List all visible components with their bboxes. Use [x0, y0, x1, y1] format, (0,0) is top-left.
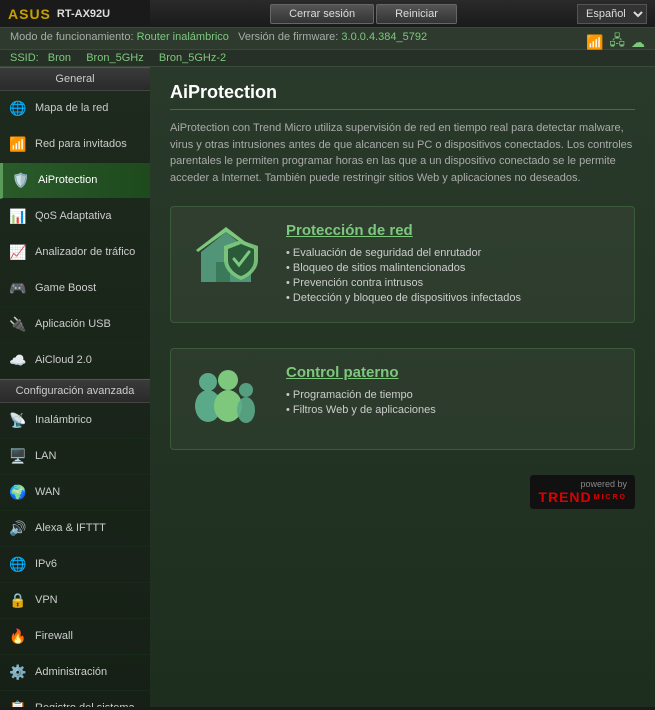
ssid-1: Bron	[48, 52, 71, 64]
ssid-bar: SSID: Bron Bron_5GHz Bron_5GHz-2	[0, 50, 655, 67]
mode-bar: Modo de funcionamiento: Router inalámbri…	[0, 28, 655, 50]
reiniciar-button[interactable]: Reiniciar	[376, 4, 457, 24]
firewall-icon: 🔥	[8, 627, 28, 647]
aiprotection-icon: 🛡️	[11, 171, 31, 191]
vpn-icon: 🔒	[8, 591, 28, 611]
sidebar-label-aiprotection: AiProtection	[38, 174, 97, 187]
sidebar-label-alexa: Alexa & IFTTT	[35, 522, 106, 535]
control-paterno-icon	[186, 364, 266, 434]
modo-label: Modo de funcionamiento:	[10, 31, 134, 43]
wan-icon: 🌍	[8, 483, 28, 503]
footer-area: powered by TREND MICRO	[170, 475, 635, 509]
sidebar-item-registro[interactable]: 📋 Registro del sistema	[0, 691, 150, 707]
modo-value-link[interactable]: Router inalámbrico	[137, 31, 229, 43]
sidebar-item-aiprotection[interactable]: 🛡️ AiProtection	[0, 163, 150, 199]
proteccion-red-title[interactable]: Protección de red	[286, 222, 619, 239]
administracion-icon: ⚙️	[8, 663, 28, 683]
mapa-red-icon: 🌐	[8, 99, 28, 119]
wifi-icon: 📶	[586, 34, 603, 51]
sidebar-item-usb[interactable]: 🔌 Aplicación USB	[0, 307, 150, 343]
proteccion-red-icon	[186, 222, 266, 292]
sidebar-label-inalambrico: Inalámbrico	[35, 414, 92, 427]
proteccion-red-card[interactable]: Protección de red Evaluación de segurida…	[170, 206, 635, 323]
cerrar-sesion-button[interactable]: Cerrar sesión	[270, 4, 374, 24]
sidebar-label-mapa-red: Mapa de la red	[35, 102, 108, 115]
sidebar-item-alexa[interactable]: 🔊 Alexa & IFTTT	[0, 511, 150, 547]
sidebar-label-wan: WAN	[35, 486, 60, 499]
control-paterno-bullet-1: Filtros Web y de aplicaciones	[286, 404, 619, 416]
content-area: AiProtection AiProtection con Trend Micr…	[150, 67, 655, 707]
firmware-label: Versión de firmware:	[238, 31, 338, 43]
sidebar-item-wan[interactable]: 🌍 WAN	[0, 475, 150, 511]
sidebar-avanzada-header: Configuración avanzada	[0, 379, 150, 403]
alexa-icon: 🔊	[8, 519, 28, 539]
ssid-label: SSID:	[10, 52, 39, 64]
router-model: RT-AX92U	[57, 8, 110, 20]
sidebar-label-administracion: Administración	[35, 666, 107, 679]
control-paterno-content: Control paterno Programación de tiempo F…	[286, 364, 619, 419]
sidebar-label-vpn: VPN	[35, 594, 58, 607]
sidebar-label-usb: Aplicación USB	[35, 318, 111, 331]
logo-area: ASUS RT-AX92U	[0, 0, 150, 27]
aicloud-icon: ☁️	[8, 351, 28, 371]
sidebar-item-qos[interactable]: 📊 QoS Adaptativa	[0, 199, 150, 235]
sidebar-label-qos: QoS Adaptativa	[35, 210, 111, 223]
sidebar-item-analizador[interactable]: 📈 Analizador de tráfico	[0, 235, 150, 271]
analizador-icon: 📈	[8, 243, 28, 263]
qos-icon: 📊	[8, 207, 28, 227]
asus-logo: ASUS	[8, 6, 51, 22]
ssid-3: Bron_5GHz-2	[159, 52, 226, 64]
sidebar-label-red-invitados: Red para invitados	[35, 138, 127, 151]
proteccion-red-bullet-3: Detección y bloqueo de dispositivos infe…	[286, 292, 619, 304]
inalambrico-icon: 📡	[8, 411, 28, 431]
router-icon: 🖧	[609, 30, 625, 54]
sidebar-item-gameboost[interactable]: 🎮 Game Boost	[0, 271, 150, 307]
lan-icon: 🖥️	[8, 447, 28, 467]
sidebar-general-header: General	[0, 67, 150, 91]
sidebar-item-administracion[interactable]: ⚙️ Administración	[0, 655, 150, 691]
sidebar-item-red-invitados[interactable]: 📶 Red para invitados	[0, 127, 150, 163]
trend-micro-text: MICRO	[594, 494, 627, 501]
ipv6-icon: 🌐	[8, 555, 28, 575]
sidebar-item-aicloud[interactable]: ☁️ AiCloud 2.0	[0, 343, 150, 379]
proteccion-red-content: Protección de red Evaluación de segurida…	[286, 222, 619, 307]
sidebar-item-inalambrico[interactable]: 📡 Inalámbrico	[0, 403, 150, 439]
sidebar-label-analizador: Analizador de tráfico	[35, 246, 135, 259]
registro-icon: 📋	[8, 699, 28, 708]
control-paterno-bullet-0: Programación de tiempo	[286, 389, 619, 401]
proteccion-red-bullet-1: Bloqueo de sitios malintencionados	[286, 262, 619, 274]
red-invitados-icon: 📶	[8, 135, 28, 155]
top-nav: Cerrar sesión Reiniciar	[150, 4, 577, 24]
sidebar-label-gameboost: Game Boost	[35, 282, 96, 295]
lang-area: Español	[577, 4, 655, 24]
proteccion-red-bullet-2: Prevención contra intrusos	[286, 277, 619, 289]
control-paterno-title[interactable]: Control paterno	[286, 364, 619, 381]
ssid-2: Bron_5GHz	[86, 52, 143, 64]
content-description: AiProtection con Trend Micro utiliza sup…	[170, 120, 635, 186]
firmware-value-link[interactable]: 3.0.0.4.384_5792	[341, 31, 427, 43]
powered-by-text: powered by	[580, 479, 627, 489]
sidebar-item-lan[interactable]: 🖥️ LAN	[0, 439, 150, 475]
sidebar-label-ipv6: IPv6	[35, 558, 57, 571]
main-layout: General 🌐 Mapa de la red 📶 Red para invi…	[0, 67, 655, 707]
control-paterno-card[interactable]: Control paterno Programación de tiempo F…	[170, 348, 635, 450]
sidebar-item-firewall[interactable]: 🔥 Firewall	[0, 619, 150, 655]
sidebar-label-lan: LAN	[35, 450, 56, 463]
sidebar-label-aicloud: AiCloud 2.0	[35, 354, 92, 367]
sidebar: General 🌐 Mapa de la red 📶 Red para invi…	[0, 67, 150, 707]
top-bar: ASUS RT-AX92U Cerrar sesión Reiniciar Es…	[0, 0, 655, 28]
proteccion-red-bullet-0: Evaluación de seguridad del enrutador	[286, 247, 619, 259]
cloud-icon: ☁	[631, 34, 645, 51]
gameboost-icon: 🎮	[8, 279, 28, 299]
sidebar-label-firewall: Firewall	[35, 630, 73, 643]
sidebar-item-vpn[interactable]: 🔒 VPN	[0, 583, 150, 619]
sidebar-item-ipv6[interactable]: 🌐 IPv6	[0, 547, 150, 583]
trend-brand: TREND	[538, 489, 591, 505]
language-select[interactable]: Español	[577, 4, 647, 24]
sidebar-label-registro: Registro del sistema	[35, 702, 135, 707]
page-title: AiProtection	[170, 82, 635, 110]
sidebar-item-mapa-red[interactable]: 🌐 Mapa de la red	[0, 91, 150, 127]
usb-icon: 🔌	[8, 315, 28, 335]
